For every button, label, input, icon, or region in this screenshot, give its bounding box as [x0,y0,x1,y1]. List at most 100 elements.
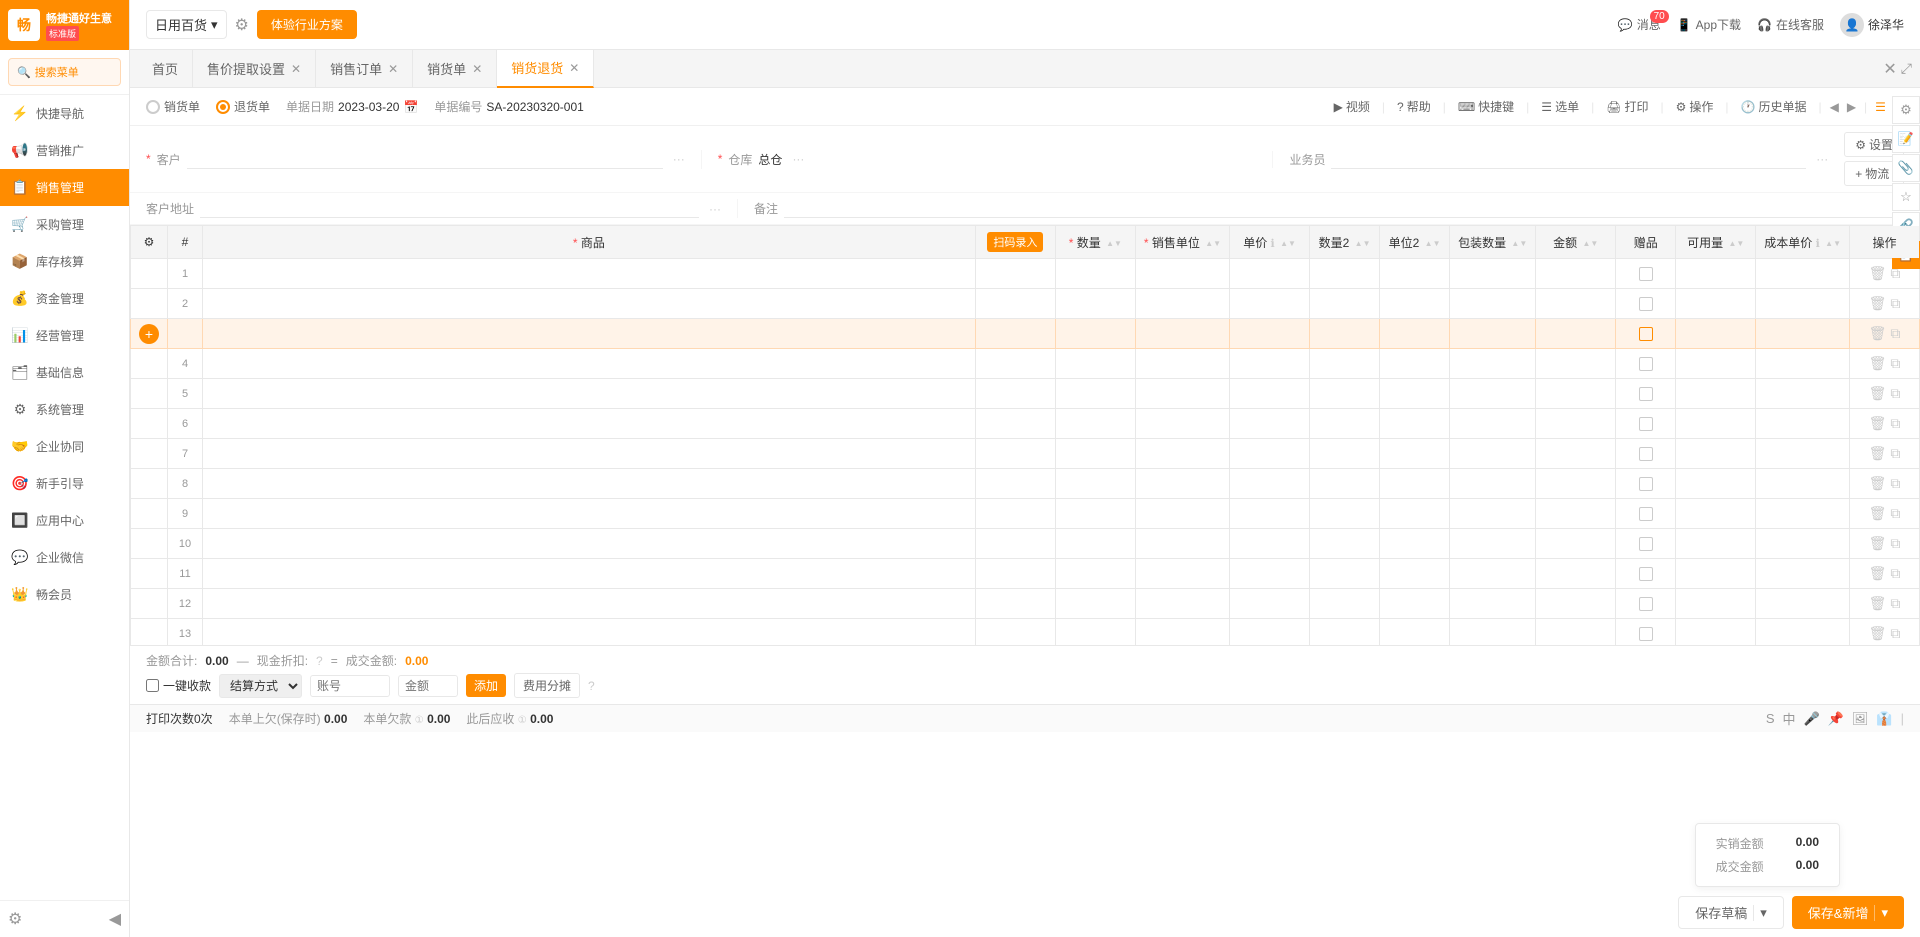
nav-prev-button[interactable]: ◀ [1830,100,1839,114]
row-qty2-2[interactable] [1310,289,1380,319]
radio-return[interactable]: 退货单 [216,98,270,115]
row-qty-3[interactable] [1055,319,1135,349]
cost-info-icon[interactable]: ℹ [1816,238,1820,250]
nav-next-button[interactable]: ▶ [1847,100,1856,114]
toolbar-icon-zh[interactable]: 中 [1783,709,1796,728]
search-menu-button[interactable]: 🔍 搜索菜单 [8,58,121,86]
tab-sales-delivery[interactable]: 销货单 ✕ [413,50,497,88]
th-scan[interactable]: 扫码录入 [975,226,1055,259]
gift-checkbox-5[interactable] [1639,387,1653,401]
add-row-button[interactable]: + [139,324,159,344]
address-input[interactable] [200,199,699,218]
price-info-icon[interactable]: ℹ [1271,238,1275,250]
page-expand-button[interactable]: ⤢ [1901,60,1912,77]
sidebar-item-sales[interactable]: 📋 销售管理 [0,169,129,206]
toolbar-icon-pin[interactable]: 📌 [1828,711,1844,727]
sidebar-item-purchase[interactable]: 🛒 采购管理 [0,206,129,243]
scan-button[interactable]: 扫码录入 [987,232,1043,252]
gift-checkbox-4[interactable] [1639,357,1653,371]
row-delete-8[interactable]: 🗑 [1869,475,1887,492]
add-payment-button[interactable]: 添加 [466,674,506,697]
sidebar-item-inventory[interactable]: 📦 库存核算 [0,243,129,280]
row-gift-1[interactable] [1616,259,1676,289]
header-gear-button[interactable]: ⚙ [235,15,249,35]
view-list-button[interactable]: ☰ [1875,100,1886,114]
calendar-icon[interactable]: 📅 [403,100,418,114]
tab-close-sales-order[interactable]: ✕ [388,62,398,76]
online-support-button[interactable]: 🎧 在线客服 [1757,16,1824,33]
save-new-dropdown-icon[interactable]: ▾ [1874,905,1888,921]
qty-input-1[interactable] [1064,267,1127,281]
sidebar-item-quick-nav[interactable]: ⚡ 快捷导航 [0,95,129,132]
row-qty2-3[interactable] [1310,319,1380,349]
sidebar-item-app-center[interactable]: 🔲 应用中心 [0,502,129,539]
toolbar-icon-img[interactable]: 🖼 [1852,711,1869,727]
gift-checkbox-6[interactable] [1639,417,1653,431]
sidebar-settings-button[interactable]: ⚙ [8,909,22,929]
row-qty-2[interactable] [1055,289,1135,319]
row-delete-12[interactable]: 🗑 [1869,595,1887,612]
action-operate[interactable]: ⚙ 操作 [1672,96,1718,117]
staff-more-button[interactable]: ··· [1816,152,1828,166]
save-draft-dropdown-icon[interactable]: ▾ [1753,905,1767,921]
remark-input[interactable] [784,199,1904,218]
split-payment-button[interactable]: 费用分摊 [514,673,580,698]
table-settings-icon[interactable]: ⚙ [144,235,155,249]
row-pack-3[interactable] [1450,319,1536,349]
product-input-3[interactable] [211,327,967,341]
toolbar-icon-mic[interactable]: 🎤 [1804,711,1820,727]
sidebar-item-enterprise[interactable]: 🤝 企业协同 [0,428,129,465]
sidebar-item-wechat[interactable]: 💬 企业微信 [0,539,129,576]
row-price-1[interactable] [1230,259,1310,289]
toolbar-icon-s[interactable]: S [1766,711,1775,726]
row-delete-1[interactable]: 🗑 [1869,265,1887,282]
gift-checkbox-1[interactable] [1639,267,1653,281]
action-shortcut[interactable]: ⌨ 快捷键 [1454,96,1518,117]
row-delete-10[interactable]: 🗑 [1869,535,1887,552]
sidebar-item-member[interactable]: 👑 畅会员 [0,576,129,613]
row-delete-2[interactable]: 🗑 [1869,295,1887,312]
row-product-2[interactable] [203,289,976,319]
sidebar-item-operations[interactable]: 📊 经营管理 [0,317,129,354]
gift-checkbox-7[interactable] [1639,447,1653,461]
sidebar-item-system[interactable]: ⚙ 系统管理 [0,391,129,428]
amount-input[interactable] [398,675,458,697]
row-pack-2[interactable] [1450,289,1536,319]
discount-help-icon[interactable]: ? [316,654,323,668]
action-print[interactable]: 🖨 打印 [1602,96,1652,117]
row-delete-3[interactable]: 🗑 [1869,325,1887,342]
address-more-button[interactable]: ··· [709,202,721,216]
row-unit-1[interactable] [1135,259,1229,289]
tab-close-price-settings[interactable]: ✕ [291,62,301,76]
row-price-3[interactable] [1230,319,1310,349]
sidebar-collapse-button[interactable]: ◀ [109,909,121,929]
gift-checkbox-12[interactable] [1639,597,1653,611]
gift-checkbox-13[interactable] [1639,627,1653,641]
row-delete-9[interactable]: 🗑 [1869,505,1887,522]
action-help[interactable]: ? 帮助 [1393,96,1435,117]
tab-close-sales-delivery[interactable]: ✕ [472,62,482,76]
gift-checkbox-10[interactable] [1639,537,1653,551]
tab-sales-order[interactable]: 销售订单 ✕ [316,50,413,88]
right-panel-star-button[interactable]: ☆ [1892,183,1920,211]
calc-method-select[interactable]: 结算方式 [219,674,302,698]
action-video[interactable]: ▶ 视频 [1330,96,1374,117]
action-history[interactable]: 🕐 历史单据 [1736,96,1810,117]
row-gift-3[interactable] [1616,319,1676,349]
row-delete-13[interactable]: 🗑 [1869,625,1887,642]
customer-more-button[interactable]: ··· [673,152,685,166]
th-settings[interactable]: ⚙ [131,226,168,259]
sidebar-item-basic[interactable]: 🗂 基础信息 [0,354,129,391]
sidebar-item-marketing[interactable]: 📢 营销推广 [0,132,129,169]
save-new-button[interactable]: 保存&新增 ▾ [1792,896,1904,929]
row-qty2-1[interactable] [1310,259,1380,289]
warehouse-more-button[interactable]: ··· [792,152,804,166]
save-draft-button[interactable]: 保存草稿 ▾ [1678,896,1784,929]
right-panel-attachment-button[interactable]: 📎 [1892,154,1920,182]
sidebar-item-finance[interactable]: 💰 资金管理 [0,280,129,317]
tab-sales-return[interactable]: 销货退货 ✕ [497,50,594,88]
customer-input[interactable] [187,150,663,169]
toolbar-icon-shirt[interactable]: 👔 [1876,711,1892,727]
app-download-button[interactable]: 📱 App下载 [1677,16,1741,33]
gift-checkbox-2[interactable] [1639,297,1653,311]
